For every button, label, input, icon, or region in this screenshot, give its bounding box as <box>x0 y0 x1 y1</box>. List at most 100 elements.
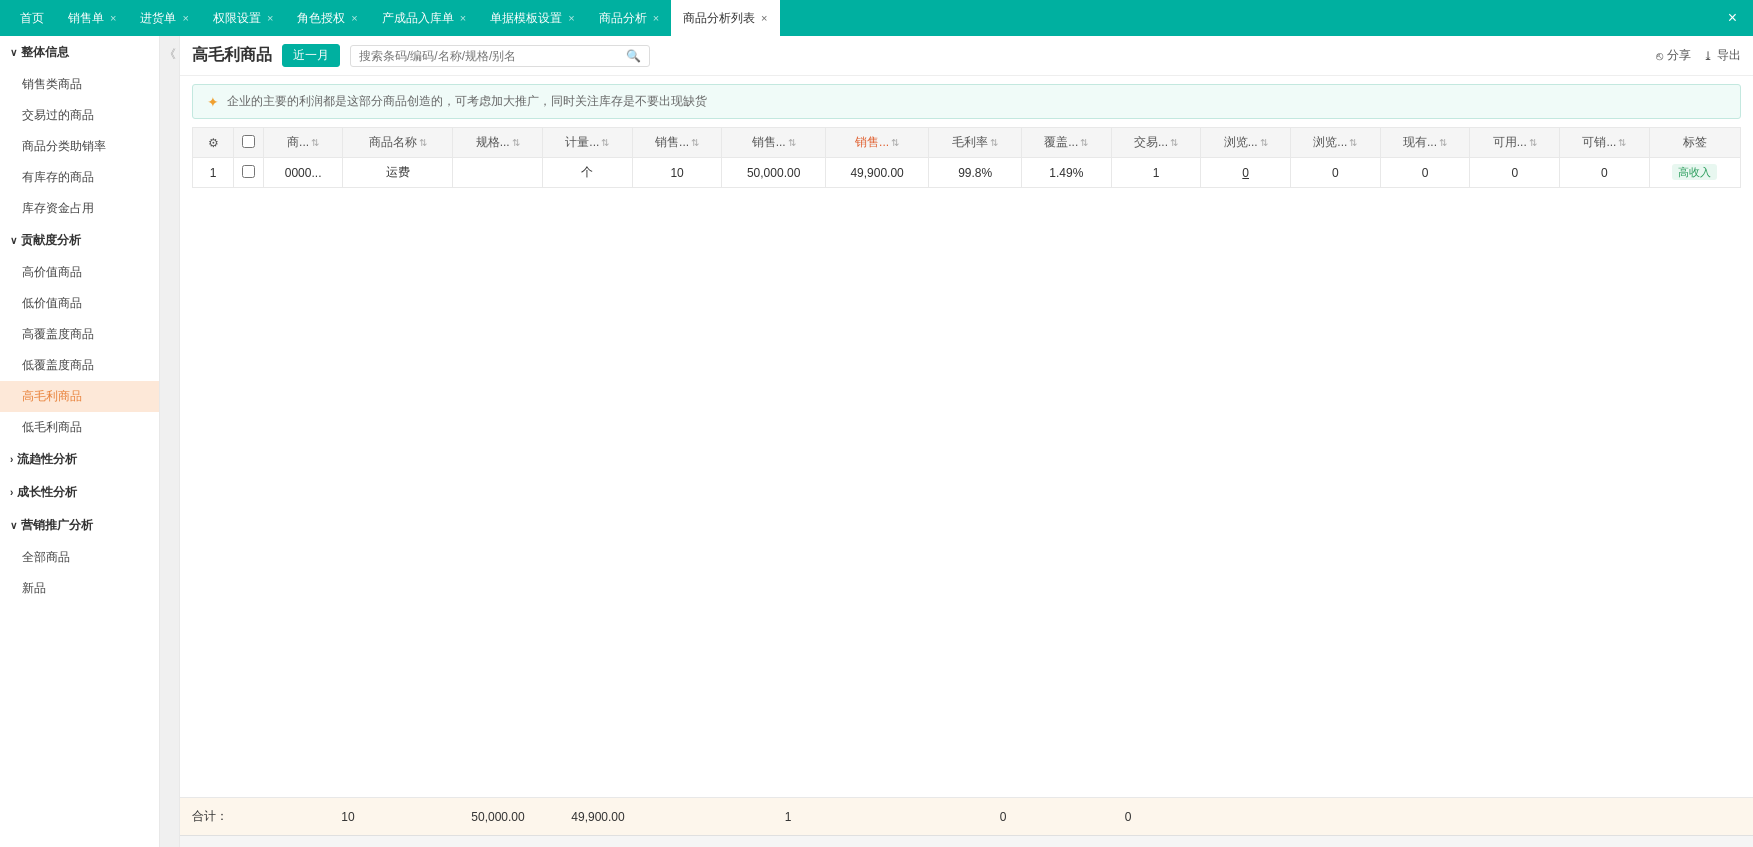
main-layout: ∨ 整体信息 销售类商品 交易过的商品 商品分类助销率 有库存的商品 库存资金占… <box>0 36 1753 847</box>
chevron-down-icon: ∨ <box>10 520 17 531</box>
sort-icon: ⇅ <box>788 137 796 148</box>
th-settings[interactable]: ⚙ <box>193 128 234 158</box>
th-checkbox[interactable] <box>234 128 264 158</box>
nav-item-roles[interactable]: 角色授权 × <box>285 0 369 36</box>
sidebar-group-trend[interactable]: › 流趋性分析 <box>0 443 159 476</box>
sidebar-item-traded-goods[interactable]: 交易过的商品 <box>0 100 159 131</box>
cell-coverage: 1.49% <box>1021 158 1111 188</box>
sidebar-item-low-margin[interactable]: 低毛利商品 <box>0 412 159 443</box>
nav-item-product-entry[interactable]: 产成品入库单 × <box>370 0 478 36</box>
th-coverage[interactable]: 覆盖...⇅ <box>1021 128 1111 158</box>
cell-unit: 个 <box>543 158 633 188</box>
close-icon[interactable]: × <box>182 12 188 24</box>
cell-tag: 高收入 <box>1649 158 1740 188</box>
table-wrapper[interactable]: ⚙ 商...⇅ 商品名称⇅ 规格...⇅ 计量...⇅ 销售...⇅ 销售...… <box>180 127 1753 797</box>
sidebar-item-stock-capital[interactable]: 库存资金占用 <box>0 193 159 224</box>
select-all-checkbox[interactable] <box>242 135 255 148</box>
sidebar-item-stocked-goods[interactable]: 有库存的商品 <box>0 162 159 193</box>
table-header-row: ⚙ 商...⇅ 商品名称⇅ 规格...⇅ 计量...⇅ 销售...⇅ 销售...… <box>193 128 1741 158</box>
search-icon[interactable]: 🔍 <box>626 49 641 63</box>
horizontal-scrollbar[interactable] <box>180 835 1753 847</box>
th-sellable-stock[interactable]: 可销...⇅ <box>1560 128 1650 158</box>
total-sales-qty: 10 <box>248 810 448 824</box>
sidebar-item-high-coverage[interactable]: 高覆盖度商品 <box>0 319 159 350</box>
page-title: 高毛利商品 <box>192 45 272 66</box>
th-current-stock[interactable]: 现有...⇅ <box>1380 128 1470 158</box>
close-icon[interactable]: × <box>568 12 574 24</box>
nav-item-template[interactable]: 单据模板设置 × <box>478 0 586 36</box>
nav-item-permissions[interactable]: 权限设置 × <box>201 0 285 36</box>
th-tag[interactable]: 标签 <box>1649 128 1740 158</box>
nav-item-analysis[interactable]: 商品分析 × <box>587 0 671 36</box>
sort-icon: ⇅ <box>419 137 427 148</box>
th-spec[interactable]: 规格...⇅ <box>453 128 543 158</box>
nav-item-sales[interactable]: 销售单 × <box>56 0 128 36</box>
sidebar-group-overall[interactable]: ∨ 整体信息 <box>0 36 159 69</box>
data-table: ⚙ 商...⇅ 商品名称⇅ 规格...⇅ 计量...⇅ 销售...⇅ 销售...… <box>192 127 1741 188</box>
sidebar-group-contribution[interactable]: ∨ 贡献度分析 <box>0 224 159 257</box>
th-sales-amount[interactable]: 销售...⇅ <box>722 128 825 158</box>
th-browse1[interactable]: 浏览...⇅ <box>1201 128 1291 158</box>
content-area: 高毛利商品 近一月 🔍 ⎋ 分享 ⤓ 导出 ✦ 企业的主要的利润都是这部分商品创… <box>180 36 1753 847</box>
th-unit[interactable]: 计量...⇅ <box>543 128 633 158</box>
nav-item-analysis-list[interactable]: 商品分析列表 × <box>671 0 779 36</box>
cell-browse1[interactable]: 0 <box>1201 158 1291 188</box>
nav-item-home[interactable]: 首页 <box>8 0 56 36</box>
sort-icon: ⇅ <box>1170 137 1178 148</box>
search-input[interactable] <box>359 49 626 63</box>
header-actions: ⎋ 分享 ⤓ 导出 <box>1656 47 1741 64</box>
sidebar-item-new-goods[interactable]: 新品 <box>0 573 159 604</box>
total-label: 合计： <box>192 808 228 825</box>
filter-recent-month-button[interactable]: 近一月 <box>282 44 340 67</box>
sidebar-item-high-value[interactable]: 高价值商品 <box>0 257 159 288</box>
sidebar-item-all-goods[interactable]: 全部商品 <box>0 542 159 573</box>
th-gross-margin[interactable]: 毛利率⇅ <box>929 128 1022 158</box>
close-all-button[interactable]: × <box>1720 9 1745 27</box>
sidebar-item-sales-goods[interactable]: 销售类商品 <box>0 69 159 100</box>
cell-usable-stock: 0 <box>1470 158 1560 188</box>
sidebar-group-marketing[interactable]: ∨ 营销推广分析 <box>0 509 159 542</box>
th-trade-count[interactable]: 交易...⇅ <box>1111 128 1201 158</box>
cell-sales-profit: 49,900.00 <box>825 158 928 188</box>
cell-spec <box>453 158 543 188</box>
close-icon[interactable]: × <box>460 12 466 24</box>
th-sales-qty[interactable]: 销售...⇅ <box>632 128 722 158</box>
th-sales-profit[interactable]: 销售...⇅ <box>825 128 928 158</box>
cell-sellable-stock: 0 <box>1560 158 1650 188</box>
export-button[interactable]: ⤓ 导出 <box>1703 47 1741 64</box>
nav-item-purchase[interactable]: 进货单 × <box>128 0 200 36</box>
row-checkbox[interactable] <box>242 165 255 178</box>
th-usable-stock[interactable]: 可用...⇅ <box>1470 128 1560 158</box>
cell-browse2: 0 <box>1291 158 1381 188</box>
th-browse2[interactable]: 浏览...⇅ <box>1291 128 1381 158</box>
chevron-right-icon: › <box>10 454 13 465</box>
total-values: 10 50,000.00 49,900.00 1 0 0 <box>248 810 1178 824</box>
total-sales-profit: 49,900.00 <box>548 810 648 824</box>
sidebar-group-growth[interactable]: › 成长性分析 <box>0 476 159 509</box>
total-usable-stock: 0 <box>1078 810 1178 824</box>
sort-icon: ⇅ <box>891 137 899 148</box>
sidebar-item-low-coverage[interactable]: 低覆盖度商品 <box>0 350 159 381</box>
share-button[interactable]: ⎋ 分享 <box>1656 47 1691 64</box>
sidebar-collapse-button[interactable]: 《 <box>160 36 180 847</box>
sort-icon: ⇅ <box>990 137 998 148</box>
tip-banner: ✦ 企业的主要的利润都是这部分商品创造的，可考虑加大推广，同时关注库存是不要出现… <box>192 84 1741 119</box>
sidebar-item-low-value[interactable]: 低价值商品 <box>0 288 159 319</box>
close-icon[interactable]: × <box>351 12 357 24</box>
sidebar-item-category-rate[interactable]: 商品分类助销率 <box>0 131 159 162</box>
close-icon[interactable]: × <box>267 12 273 24</box>
total-sales-amount: 50,000.00 <box>448 810 548 824</box>
th-code[interactable]: 商...⇅ <box>264 128 343 158</box>
footer-total: 合计： 10 50,000.00 49,900.00 1 0 0 <box>180 797 1753 835</box>
sidebar-item-high-margin[interactable]: 高毛利商品 <box>0 381 159 412</box>
chevron-down-icon: ∨ <box>10 47 17 58</box>
close-icon[interactable]: × <box>110 12 116 24</box>
sort-icon: ⇅ <box>1349 137 1357 148</box>
close-icon[interactable]: × <box>761 12 767 24</box>
sort-icon: ⇅ <box>691 137 699 148</box>
sort-icon: ⇅ <box>1529 137 1537 148</box>
tip-text: 企业的主要的利润都是这部分商品创造的，可考虑加大推广，同时关注库存是不要出现缺货 <box>227 93 707 110</box>
th-name[interactable]: 商品名称⇅ <box>343 128 453 158</box>
cell-checkbox[interactable] <box>234 158 264 188</box>
close-icon[interactable]: × <box>653 12 659 24</box>
